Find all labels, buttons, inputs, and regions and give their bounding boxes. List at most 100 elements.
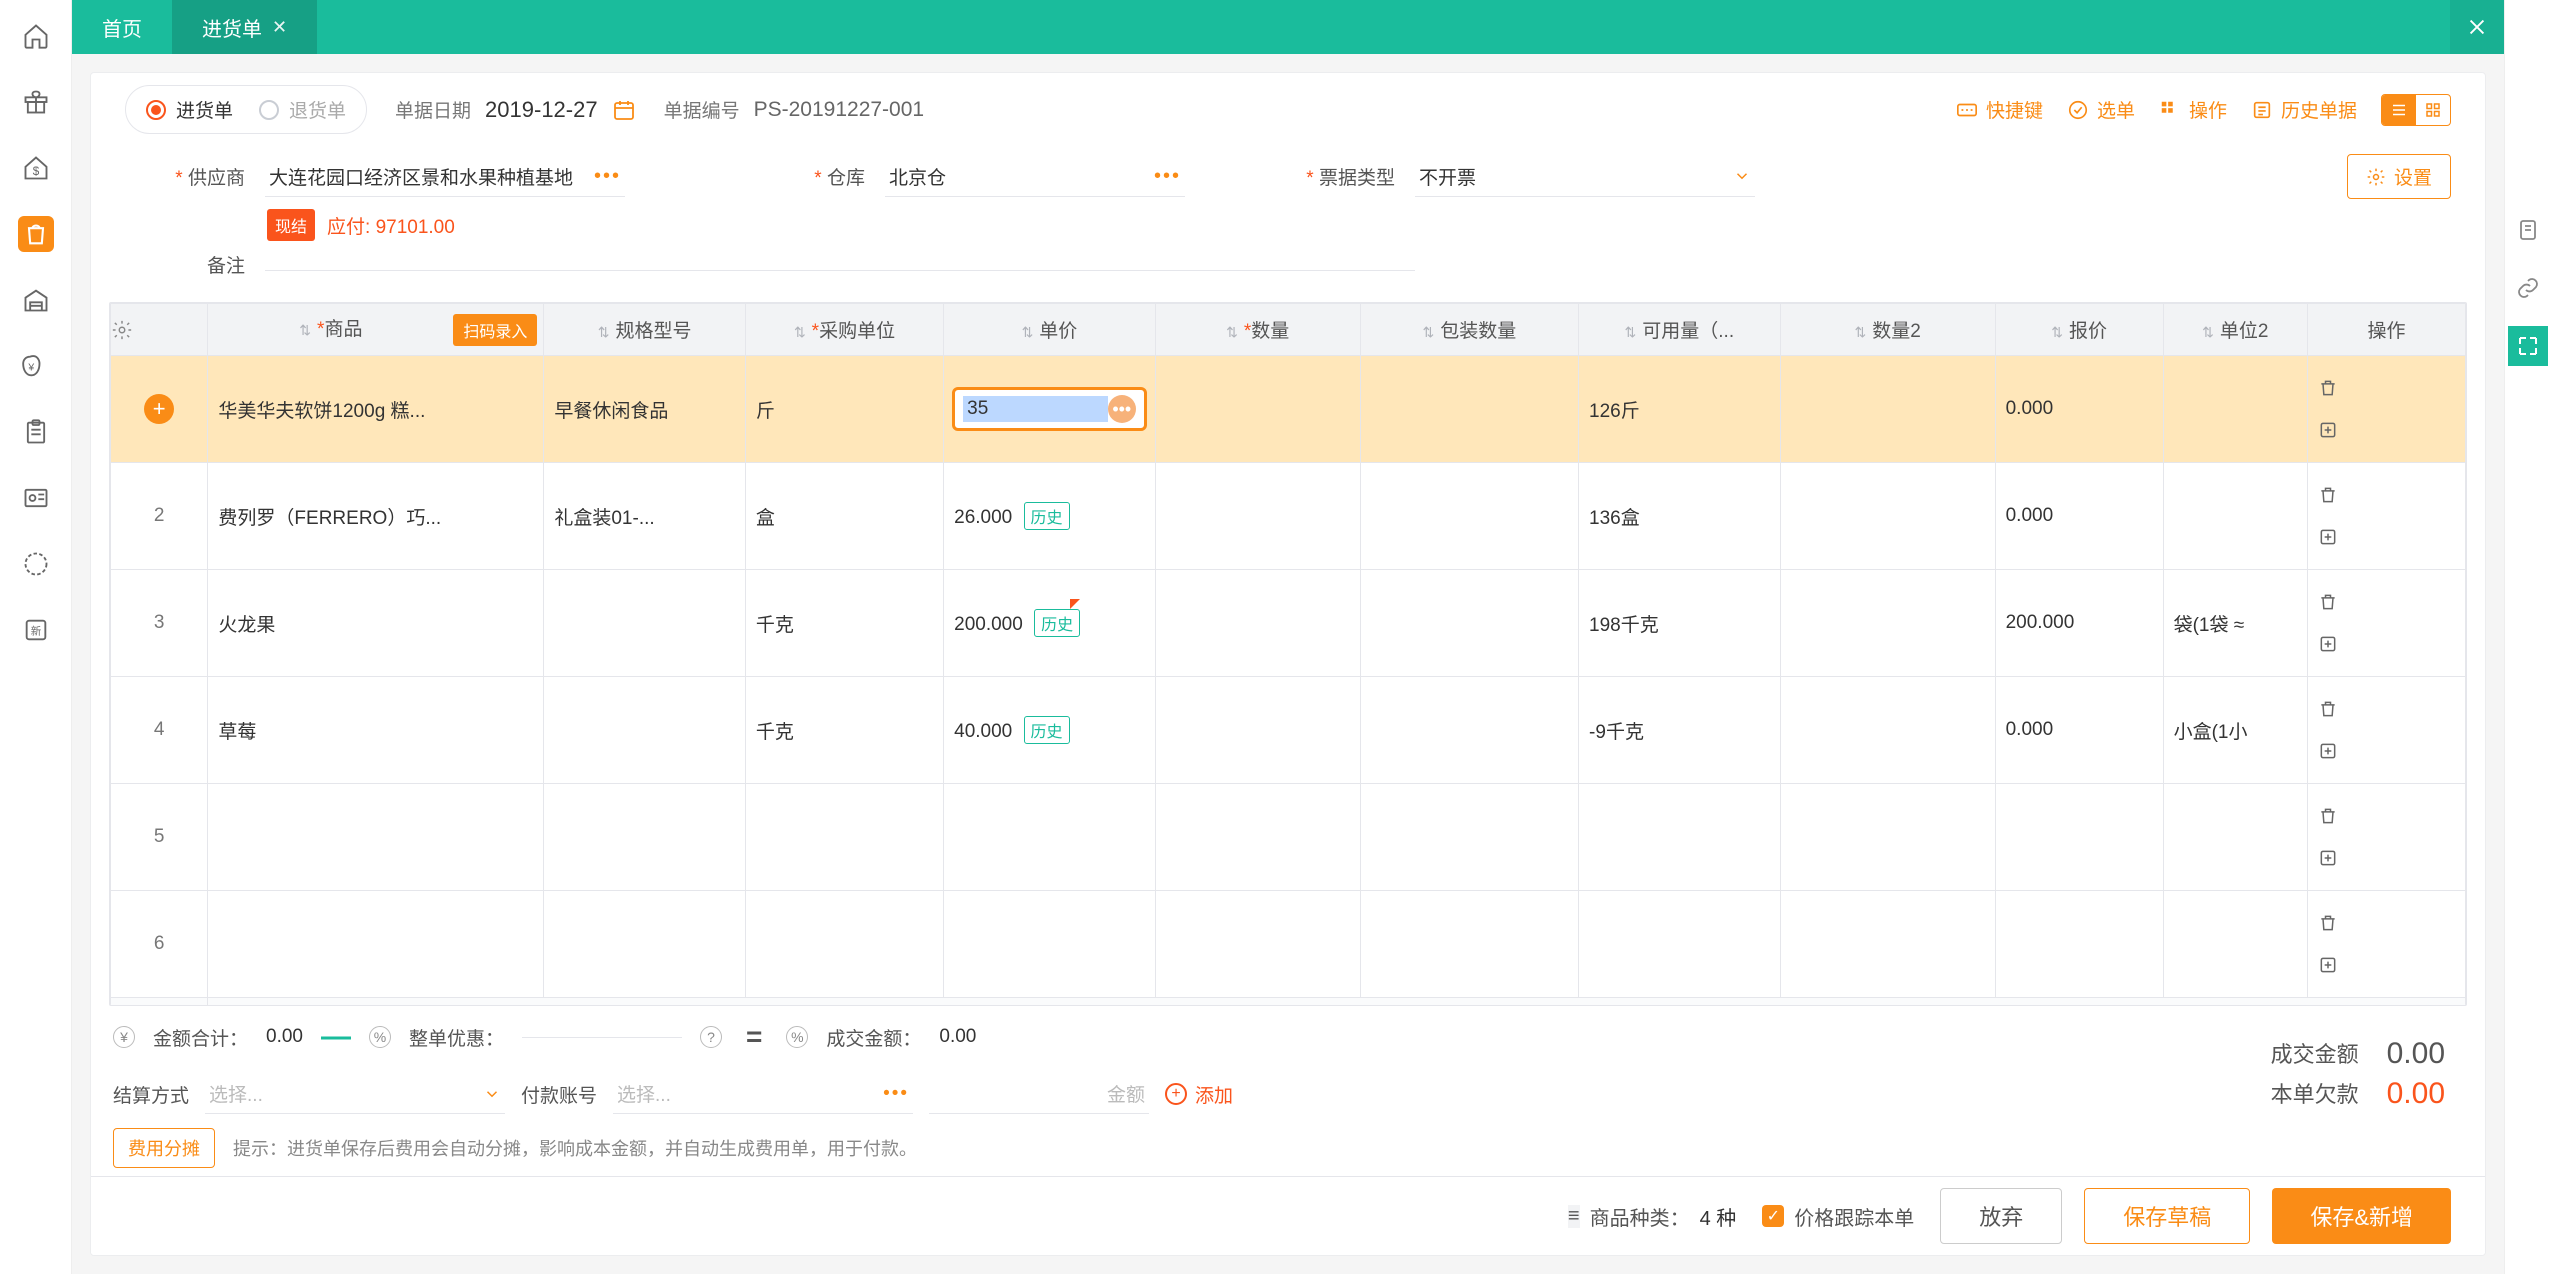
view-grid-icon[interactable] [2416,95,2450,125]
cell-price[interactable]: 40.000 历史 [944,677,1156,784]
warehouse-input[interactable]: 北京仓••• [885,157,1185,197]
cell-product[interactable]: 费列罗（FERRERO）巧... [208,463,544,570]
cell-price[interactable] [944,891,1156,998]
cell-spec[interactable]: 礼盒装01-... [544,463,746,570]
supplier-input[interactable]: 大连花园口经济区景和水果种植基地••• [265,157,625,197]
add-row-icon[interactable]: + [144,394,174,424]
nav-gift-icon[interactable] [18,84,54,120]
settings-button[interactable]: 设置 [2347,154,2451,199]
col-gear[interactable] [111,304,208,356]
rail-link-icon[interactable] [2508,268,2548,308]
cell-pack[interactable] [1360,463,1578,570]
cell-spec[interactable] [544,677,746,784]
delete-icon[interactable] [2318,592,2455,612]
table-row[interactable]: +华美华夫软饼1200g 糕...早餐休闲食品斤35•••126斤0.000 [111,356,2466,463]
cell-qty[interactable] [1155,891,1360,998]
col-price[interactable]: ⇅单价 [944,304,1156,356]
cell-pack[interactable] [1360,677,1578,784]
table-row[interactable]: 3火龙果千克200.000 历史198千克200.000袋(1袋 ≈ [111,570,2466,677]
cell-unit[interactable] [745,891,943,998]
add-payment-button[interactable]: +添加 [1165,1081,1233,1108]
paymethod-select[interactable]: 选择... [205,1074,505,1114]
rail-note-icon[interactable] [2508,210,2548,250]
copy-icon[interactable] [2318,955,2455,975]
cell-product[interactable] [208,891,544,998]
col-pack[interactable]: ⇅包装数量 [1360,304,1578,356]
copy-icon[interactable] [2318,634,2455,654]
col-product[interactable]: ⇅*商品扫码录入 [208,304,544,356]
col-spec[interactable]: ⇅规格型号 [544,304,746,356]
doc-type-return[interactable]: 退货单 [259,96,346,123]
cell-qty2[interactable] [1780,891,1995,998]
nav-purchase-icon[interactable] [18,216,54,252]
tab-home[interactable]: 首页 [72,0,172,54]
cell-qty[interactable] [1155,570,1360,677]
cell-product[interactable]: 火龙果 [208,570,544,677]
nav-warehouse-icon[interactable] [18,282,54,318]
col-qty[interactable]: ⇅*数量 [1155,304,1360,356]
table-row[interactable]: 5 [111,784,2466,891]
more-icon[interactable]: ••• [1108,395,1136,423]
history-tag[interactable]: 历史 [1024,716,1070,744]
tab-close-icon[interactable]: ✕ [272,17,287,38]
table-row[interactable]: 2费列罗（FERRERO）巧...礼盒装01-...盒26.000 历史136盒… [111,463,2466,570]
cell-product[interactable]: 草莓 [208,677,544,784]
price-track-checkbox[interactable]: ✓价格跟踪本单 [1762,1202,1914,1231]
col-qty2[interactable]: ⇅数量2 [1780,304,1995,356]
scan-button[interactable]: 扫码录入 [453,314,537,346]
nav-new-icon[interactable]: 新 [18,612,54,648]
delete-icon[interactable] [2318,699,2455,719]
cell-unit[interactable]: 盒 [745,463,943,570]
table-row[interactable]: 6 [111,891,2466,998]
help-icon[interactable]: ? [700,1026,722,1048]
cell-pack[interactable] [1360,570,1578,677]
history-tag[interactable]: 历史 [1034,609,1080,637]
tab-purchase[interactable]: 进货单✕ [172,0,317,54]
cell-product[interactable]: 华美华夫软饼1200g 糕... [208,356,544,463]
cell-qty2[interactable] [1780,784,1995,891]
remark-input[interactable] [265,258,1415,271]
cell-qty[interactable] [1155,463,1360,570]
cell-qty2[interactable] [1780,677,1995,784]
delete-icon[interactable] [2318,913,2455,933]
cost-allocation-button[interactable]: 费用分摊 [113,1128,215,1168]
doc-type-purchase[interactable]: 进货单 [146,96,233,123]
chevron-down-icon[interactable] [1733,167,1751,185]
col-quote[interactable]: ⇅报价 [1995,304,2163,356]
payaccount-select[interactable]: 选择...••• [613,1074,913,1114]
shortcut-button[interactable]: 快捷键 [1956,96,2043,123]
history-tag[interactable]: 历史 [1024,502,1070,530]
col-unit2[interactable]: ⇅单位2 [2163,304,2307,356]
cell-qty2[interactable] [1780,356,1995,463]
delete-icon[interactable] [2318,806,2455,826]
nav-revenue-icon[interactable]: $ [18,150,54,186]
cell-qty2[interactable] [1780,463,1995,570]
price-input[interactable]: 35••• [952,387,1147,431]
save-draft-button[interactable]: 保存草稿 [2084,1188,2250,1244]
gear-icon[interactable] [111,319,207,341]
cell-price[interactable]: 26.000 历史 [944,463,1156,570]
table-row[interactable]: 4草莓千克40.000 历史-9千克0.000小盒(1小 [111,677,2466,784]
cell-qty[interactable] [1155,356,1360,463]
date-value[interactable]: 2019-12-27 [485,97,598,123]
delete-icon[interactable] [2318,485,2455,505]
cell-price[interactable] [944,784,1156,891]
ellipsis-icon[interactable]: ••• [594,165,621,188]
view-list-icon[interactable] [2382,95,2416,125]
cell-unit[interactable] [745,784,943,891]
discount-input[interactable] [522,1037,682,1038]
cell-unit[interactable]: 千克 [745,570,943,677]
delete-icon[interactable] [2318,378,2455,398]
history-button[interactable]: 历史单据 [2251,96,2357,123]
cell-pack[interactable] [1360,356,1578,463]
nav-home-icon[interactable] [18,18,54,54]
copy-icon[interactable] [2318,848,2455,868]
copy-icon[interactable] [2318,741,2455,761]
cell-spec[interactable]: 早餐休闲食品 [544,356,746,463]
copy-icon[interactable] [2318,527,2455,547]
nav-cash-icon[interactable]: ¥ [18,348,54,384]
cell-spec[interactable] [544,891,746,998]
cell-price[interactable]: 35••• [944,356,1156,463]
pick-order-button[interactable]: 选单 [2067,96,2135,123]
cell-unit[interactable]: 千克 [745,677,943,784]
